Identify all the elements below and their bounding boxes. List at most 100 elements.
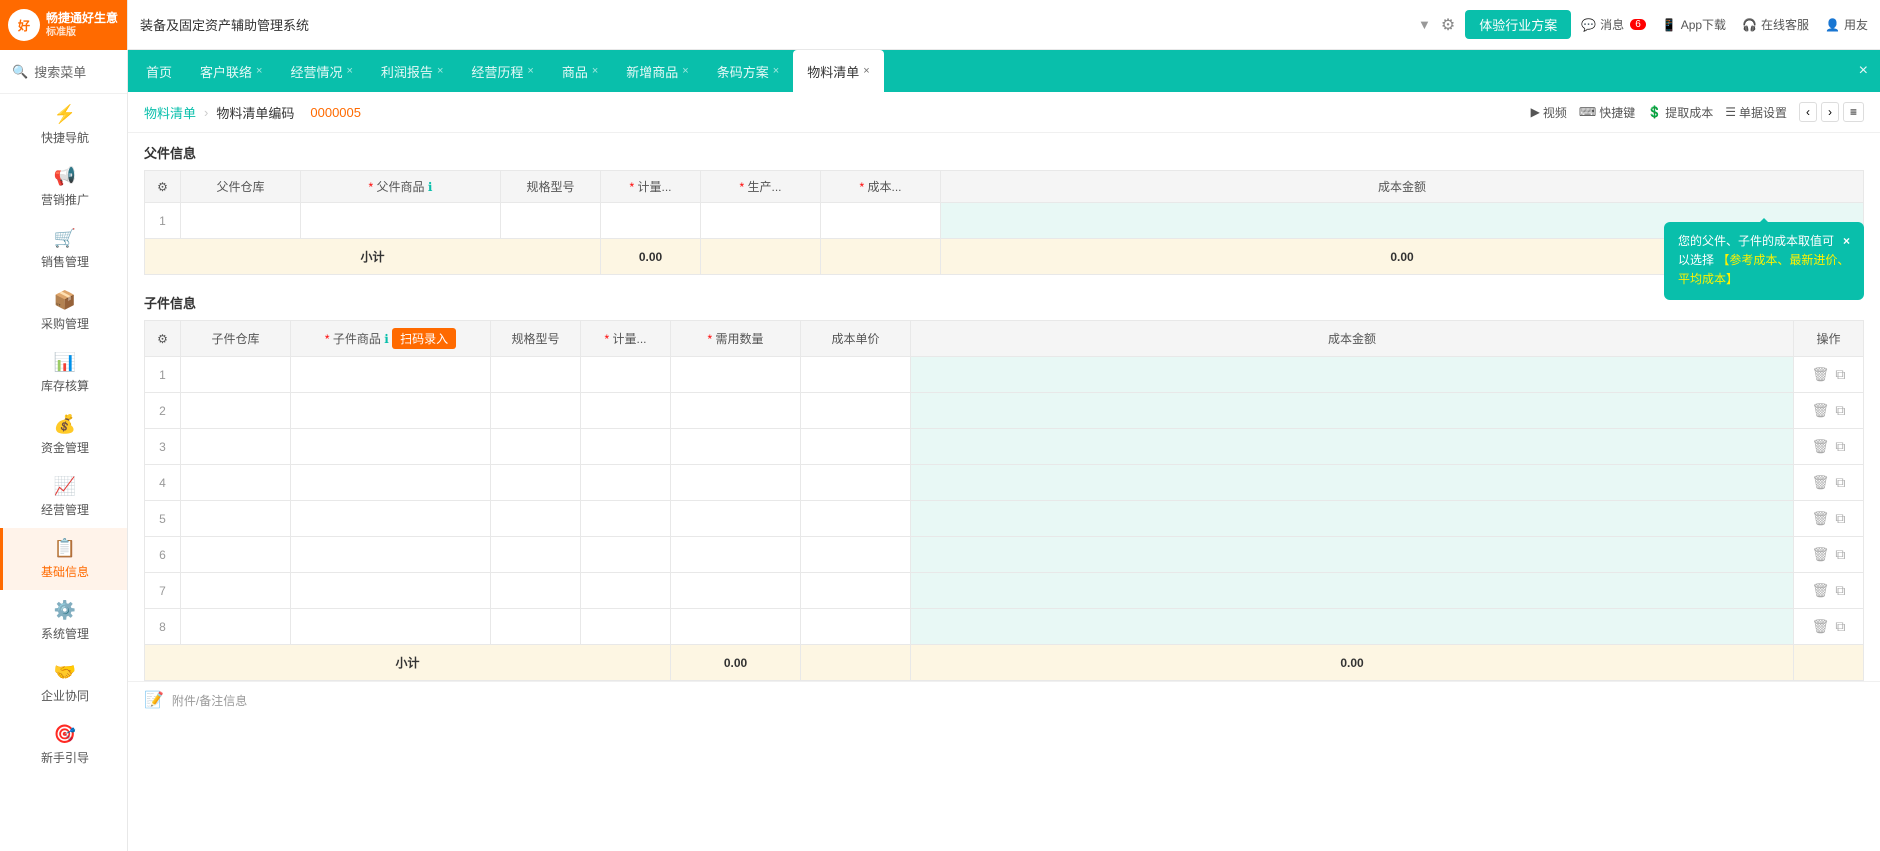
delete-icon[interactable]: 🗑 [1812,582,1830,599]
sidebar-item-finance[interactable]: 💰 资金管理 [0,404,127,466]
tab-barcode[interactable]: 条码方案 × [703,50,793,92]
child-unit-cost-cell[interactable] [801,609,911,645]
child-unit-cell[interactable] [581,393,671,429]
delete-icon[interactable]: 🗑 [1812,474,1830,491]
online-service-button[interactable]: 🎧 在线客服 [1742,16,1809,33]
tab-bom-close[interactable]: × [863,65,869,77]
child-unit-cost-cell[interactable] [801,393,911,429]
child-product-cell[interactable] [291,537,491,573]
child-quantity-cell[interactable] [671,501,801,537]
copy-icon[interactable]: ⧉ [1835,474,1845,491]
delete-icon[interactable]: 🗑 [1812,618,1830,635]
child-spec-cell[interactable] [491,393,581,429]
sidebar-item-system[interactable]: ⚙️ 系统管理 [0,590,127,652]
tab-profit-report-close[interactable]: × [437,65,443,77]
message-button[interactable]: 💬 消息 6 [1581,16,1646,33]
child-unit-cell[interactable] [581,357,671,393]
child-unit-cell[interactable] [581,465,671,501]
child-unit-cell[interactable] [581,573,671,609]
delete-icon[interactable]: 🗑 [1812,366,1830,383]
tab-new-product-close[interactable]: × [682,65,688,77]
delete-icon[interactable]: 🗑 [1812,546,1830,563]
child-unit-cost-cell[interactable] [801,429,911,465]
tab-operation-status-close[interactable]: × [346,65,352,77]
parent-production-cell[interactable] [701,203,821,239]
sidebar-item-quick-nav[interactable]: ⚡ 快捷导航 [0,94,127,156]
child-spec-cell[interactable] [491,429,581,465]
copy-icon[interactable]: ⧉ [1835,366,1845,383]
child-unit-cost-cell[interactable] [801,501,911,537]
copy-icon[interactable]: ⧉ [1835,438,1845,455]
child-quantity-cell[interactable] [671,357,801,393]
child-product-cell[interactable] [291,393,491,429]
child-unit-cost-cell[interactable] [801,465,911,501]
tab-product-close[interactable]: × [592,65,598,77]
sidebar-item-inventory[interactable]: 📊 库存核算 [0,342,127,404]
copy-icon[interactable]: ⧉ [1835,582,1845,599]
sidebar-item-purchase[interactable]: 📦 采购管理 [0,280,127,342]
sidebar-item-sales[interactable]: 🛒 销售管理 [0,218,127,280]
tab-bom[interactable]: 物料清单 × [793,50,883,92]
child-quantity-cell[interactable] [671,429,801,465]
child-quantity-cell[interactable] [671,609,801,645]
child-warehouse-cell[interactable] [181,537,291,573]
nav-prev-button[interactable]: ‹ [1799,102,1817,122]
tab-new-product[interactable]: 新增商品 × [612,50,702,92]
child-quantity-cell[interactable] [671,465,801,501]
child-product-cell[interactable] [291,501,491,537]
parent-unit-cell[interactable] [601,203,701,239]
tooltip-close-button[interactable]: × [1843,232,1850,251]
nav-menu-button[interactable]: ≡ [1843,102,1864,122]
extract-cost-button[interactable]: 💲 提取成本 [1647,104,1713,121]
child-warehouse-cell[interactable] [181,609,291,645]
child-unit-cell[interactable] [581,609,671,645]
app-download-button[interactable]: 📱 App下载 [1662,16,1726,33]
sidebar-item-operation[interactable]: 📈 经营管理 [0,466,127,528]
child-unit-cell[interactable] [581,537,671,573]
child-spec-cell[interactable] [491,357,581,393]
view-video-button[interactable]: ▶ 视频 [1531,104,1567,121]
copy-icon[interactable]: ⧉ [1835,402,1845,419]
child-unit-cost-cell[interactable] [801,573,911,609]
tab-operation-history-close[interactable]: × [527,65,533,77]
sidebar-item-enterprise[interactable]: 🤝 企业协同 [0,652,127,714]
delete-icon[interactable]: 🗑 [1812,438,1830,455]
nav-next-button[interactable]: › [1821,102,1839,122]
tab-barcode-close[interactable]: × [773,65,779,77]
child-product-cell[interactable] [291,357,491,393]
child-spec-cell[interactable] [491,501,581,537]
sidebar-search[interactable]: 🔍 搜索菜单 [0,50,127,94]
user-menu[interactable]: 👤 用友 [1825,16,1868,33]
child-spec-cell[interactable] [491,465,581,501]
child-warehouse-cell[interactable] [181,573,291,609]
parent-cost-cell[interactable] [821,203,941,239]
child-quantity-cell[interactable] [671,537,801,573]
delete-icon[interactable]: 🗑 [1812,402,1830,419]
copy-icon[interactable]: ⧉ [1835,546,1845,563]
child-th-settings[interactable]: ⚙ [145,321,181,357]
child-unit-cost-cell[interactable] [801,357,911,393]
child-unit-cell[interactable] [581,501,671,537]
doc-settings-button[interactable]: ☰ 单据设置 [1725,104,1787,121]
child-unit-cost-cell[interactable] [801,537,911,573]
parent-product-cell[interactable] [301,203,501,239]
child-warehouse-cell[interactable] [181,357,291,393]
child-product-cell[interactable] [291,429,491,465]
parent-th-settings[interactable]: ⚙ [145,171,181,203]
child-unit-cell[interactable] [581,429,671,465]
scan-input-button[interactable]: 扫码录入 [392,328,456,349]
copy-icon[interactable]: ⧉ [1835,618,1845,635]
parent-spec-cell[interactable] [501,203,601,239]
tab-profit-report[interactable]: 利润报告 × [367,50,457,92]
child-product-cell[interactable] [291,465,491,501]
sidebar-item-guide[interactable]: 🎯 新手引导 [0,714,127,776]
child-warehouse-cell[interactable] [181,429,291,465]
breadcrumb-parent[interactable]: 物料清单 [144,103,196,122]
tab-operation-status[interactable]: 经营情况 × [276,50,366,92]
child-spec-cell[interactable] [491,537,581,573]
nav-close-all-button[interactable]: × [1851,62,1876,80]
delete-icon[interactable]: 🗑 [1812,510,1830,527]
sidebar-item-marketing[interactable]: 📢 营销推广 [0,156,127,218]
child-warehouse-cell[interactable] [181,501,291,537]
child-product-cell[interactable] [291,573,491,609]
